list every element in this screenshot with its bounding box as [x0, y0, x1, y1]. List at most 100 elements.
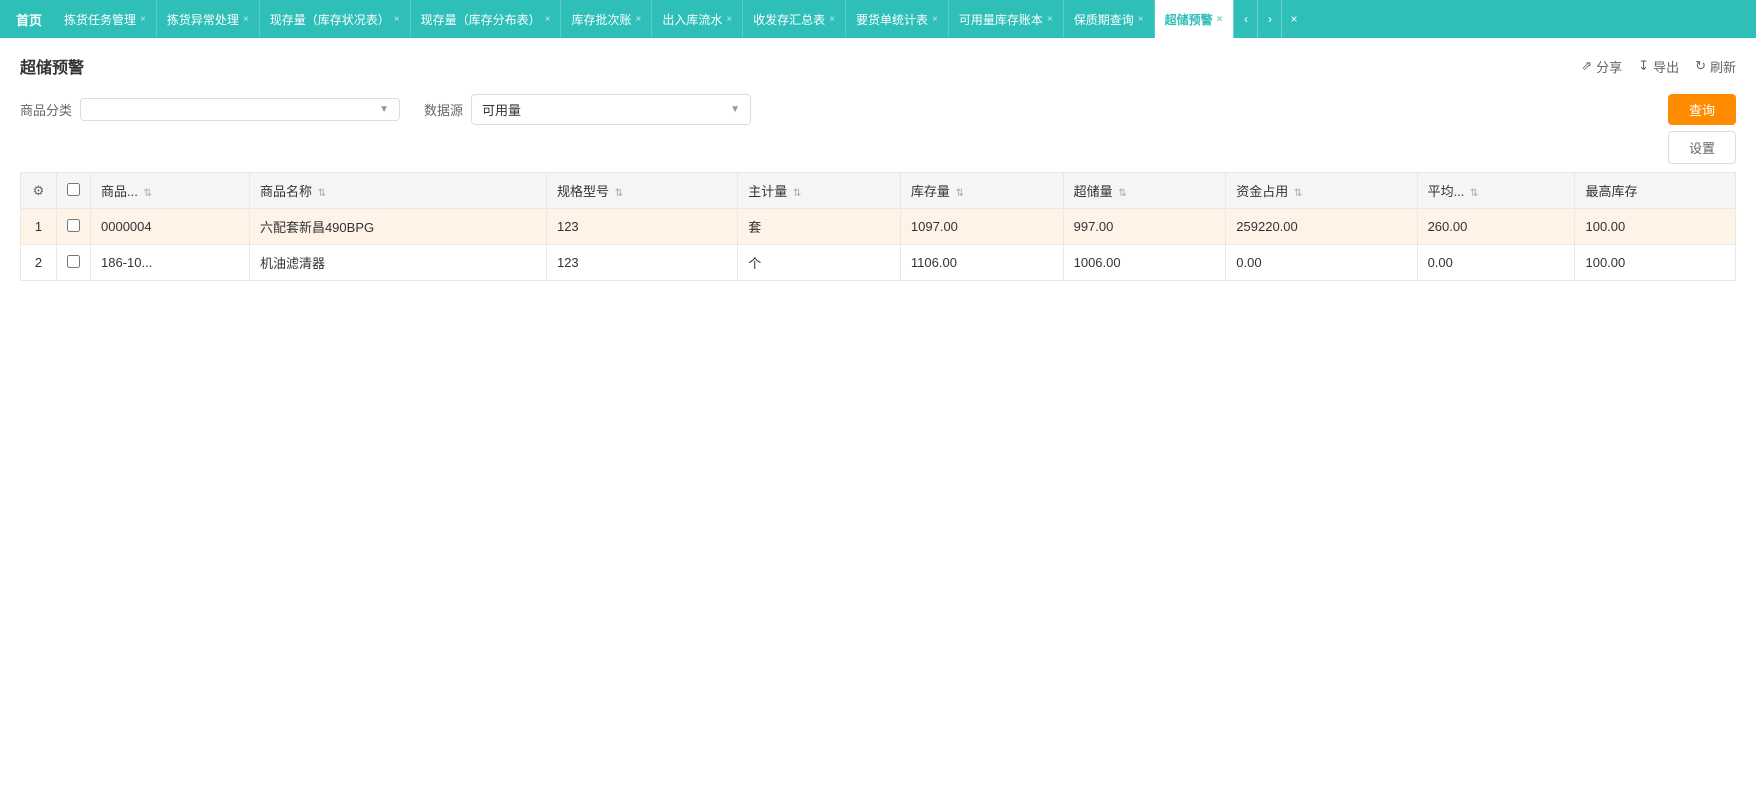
table-row: 1 0000004 六配套新昌490BPG 123 套 1097.00 997.…: [21, 209, 1736, 245]
nav-tab-3[interactable]: 现存量（库存分布表） ×: [411, 0, 562, 38]
cell-stock-0: 1097.00: [900, 209, 1063, 245]
cell-spec-0: 123: [546, 209, 737, 245]
sort-spec-icon: ⇅: [615, 188, 623, 199]
nav-tab-8[interactable]: 可用量库存账本 ×: [949, 0, 1064, 38]
close-tab-3[interactable]: ×: [545, 14, 551, 25]
right-action-buttons: 查询 设置: [1668, 94, 1736, 164]
sort-unit-icon: ⇅: [793, 188, 801, 199]
datasource-chevron-icon: ▼: [730, 104, 740, 115]
table-row: 2 186-10... 机油滤清器 123 个 1106.00 1006.00 …: [21, 245, 1736, 281]
close-tab-8[interactable]: ×: [1047, 14, 1053, 25]
th-over-stock[interactable]: 超储量 ⇅: [1063, 173, 1226, 209]
export-button[interactable]: ↧ 导出: [1638, 57, 1679, 76]
header-actions: ⇗ 分享 ↧ 导出 ↻ 刷新: [1581, 57, 1736, 76]
export-icon: ↧: [1638, 58, 1649, 74]
cell-over-stock-1: 1006.00: [1063, 245, 1226, 281]
cell-max-stock-0: 100.00: [1575, 209, 1736, 245]
nav-tab-2[interactable]: 现存量（库存状况表） ×: [260, 0, 411, 38]
row-checkbox-1[interactable]: [57, 245, 91, 281]
datasource-label: 数据源: [424, 100, 463, 119]
nav-tab-10[interactable]: 超储预警 ×: [1155, 0, 1234, 38]
refresh-button[interactable]: ↻ 刷新: [1695, 57, 1736, 76]
nav-next-arrow[interactable]: ›: [1257, 0, 1281, 38]
cell-product-name-1: 机油滤清器: [249, 245, 546, 281]
cell-avg-0: 260.00: [1417, 209, 1575, 245]
share-button[interactable]: ⇗ 分享: [1581, 57, 1622, 76]
nav-home[interactable]: 首页: [4, 10, 54, 29]
refresh-icon: ↻: [1695, 58, 1706, 74]
close-tab-10[interactable]: ×: [1217, 14, 1223, 25]
sort-product-code-icon: ⇅: [143, 188, 151, 199]
cell-stock-1: 1106.00: [900, 245, 1063, 281]
settings-gear-icon[interactable]: ⚙: [33, 183, 45, 198]
chevron-down-icon: ▼: [379, 104, 389, 115]
th-product-code[interactable]: 商品... ⇅: [91, 173, 250, 209]
cell-capital-1: 0.00: [1226, 245, 1417, 281]
close-tab-0[interactable]: ×: [140, 14, 146, 25]
select-all-checkbox[interactable]: [67, 183, 80, 196]
row-select-0[interactable]: [67, 219, 80, 232]
close-tab-4[interactable]: ×: [635, 14, 641, 25]
filter-bar: 商品分类 ▼ 数据源 可用量 ▼ 查询 设置: [20, 94, 1736, 164]
row-select-1[interactable]: [67, 255, 80, 268]
share-icon: ⇗: [1581, 58, 1592, 74]
category-select[interactable]: ▼: [80, 98, 400, 121]
table-header-row: ⚙ 商品... ⇅ 商品名称 ⇅ 规格型号 ⇅ 主计量: [21, 173, 1736, 209]
sort-stock-icon: ⇅: [956, 188, 964, 199]
th-avg[interactable]: 平均... ⇅: [1417, 173, 1575, 209]
nav-close-arrow[interactable]: ×: [1281, 0, 1305, 38]
close-tab-7[interactable]: ×: [932, 14, 938, 25]
th-spec[interactable]: 规格型号 ⇅: [546, 173, 737, 209]
row-num-0: 1: [21, 209, 57, 245]
datasource-select[interactable]: 可用量 ▼: [471, 94, 751, 125]
close-tab-6[interactable]: ×: [829, 14, 835, 25]
close-tab-1[interactable]: ×: [243, 14, 249, 25]
page-header: 超储预警 ⇗ 分享 ↧ 导出 ↻ 刷新: [20, 54, 1736, 78]
cell-product-code-1: 186-10...: [91, 245, 250, 281]
row-num-1: 2: [21, 245, 57, 281]
cell-spec-1: 123: [546, 245, 737, 281]
sort-product-name-icon: ⇅: [318, 188, 326, 199]
nav-tab-1[interactable]: 拣货异常处理 ×: [157, 0, 260, 38]
cell-unit-1: 个: [738, 245, 901, 281]
cell-over-stock-0: 997.00: [1063, 209, 1226, 245]
nav-tab-0[interactable]: 拣货任务管理 ×: [54, 0, 157, 38]
th-stock[interactable]: 库存量 ⇅: [900, 173, 1063, 209]
nav-tab-4[interactable]: 库存批次账 ×: [561, 0, 652, 38]
close-tab-5[interactable]: ×: [726, 14, 732, 25]
data-table: ⚙ 商品... ⇅ 商品名称 ⇅ 规格型号 ⇅ 主计量: [20, 172, 1736, 281]
th-unit[interactable]: 主计量 ⇅: [738, 173, 901, 209]
cell-unit-0: 套: [738, 209, 901, 245]
sort-over-stock-icon: ⇅: [1118, 188, 1126, 199]
category-label: 商品分类: [20, 100, 72, 119]
th-checkbox: [57, 173, 91, 209]
sort-avg-icon: ⇅: [1470, 188, 1478, 199]
cell-avg-1: 0.00: [1417, 245, 1575, 281]
nav-tab-9[interactable]: 保质期查询 ×: [1064, 0, 1155, 38]
main-content: 超储预警 ⇗ 分享 ↧ 导出 ↻ 刷新 商品分类 ▼: [0, 38, 1756, 800]
nav-tab-7[interactable]: 要货单统计表 ×: [846, 0, 949, 38]
category-filter-group: 商品分类 ▼: [20, 98, 400, 121]
row-checkbox-0[interactable]: [57, 209, 91, 245]
page-title: 超储预警: [20, 54, 84, 78]
top-navigation: 首页 拣货任务管理 × 拣货异常处理 × 现存量（库存状况表） × 现存量（库存…: [0, 0, 1756, 38]
th-product-name[interactable]: 商品名称 ⇅: [249, 173, 546, 209]
close-tab-9[interactable]: ×: [1138, 14, 1144, 25]
datasource-filter-group: 数据源 可用量 ▼: [424, 94, 751, 125]
cell-capital-0: 259220.00: [1226, 209, 1417, 245]
sort-capital-icon: ⇅: [1294, 188, 1302, 199]
th-settings: ⚙: [21, 173, 57, 209]
close-tab-2[interactable]: ×: [394, 14, 400, 25]
query-button[interactable]: 查询: [1668, 94, 1736, 125]
settings-button[interactable]: 设置: [1668, 131, 1736, 164]
nav-prev-arrow[interactable]: ‹: [1233, 0, 1257, 38]
th-capital[interactable]: 资金占用 ⇅: [1226, 173, 1417, 209]
cell-max-stock-1: 100.00: [1575, 245, 1736, 281]
nav-tab-6[interactable]: 收发存汇总表 ×: [743, 0, 846, 38]
nav-tab-5[interactable]: 出入库流水 ×: [652, 0, 743, 38]
th-max-stock[interactable]: 最高库存: [1575, 173, 1736, 209]
datasource-select-value: 可用量: [482, 100, 521, 119]
filter-left: 商品分类 ▼ 数据源 可用量 ▼: [20, 94, 1668, 125]
cell-product-code-0: 0000004: [91, 209, 250, 245]
cell-product-name-0: 六配套新昌490BPG: [249, 209, 546, 245]
